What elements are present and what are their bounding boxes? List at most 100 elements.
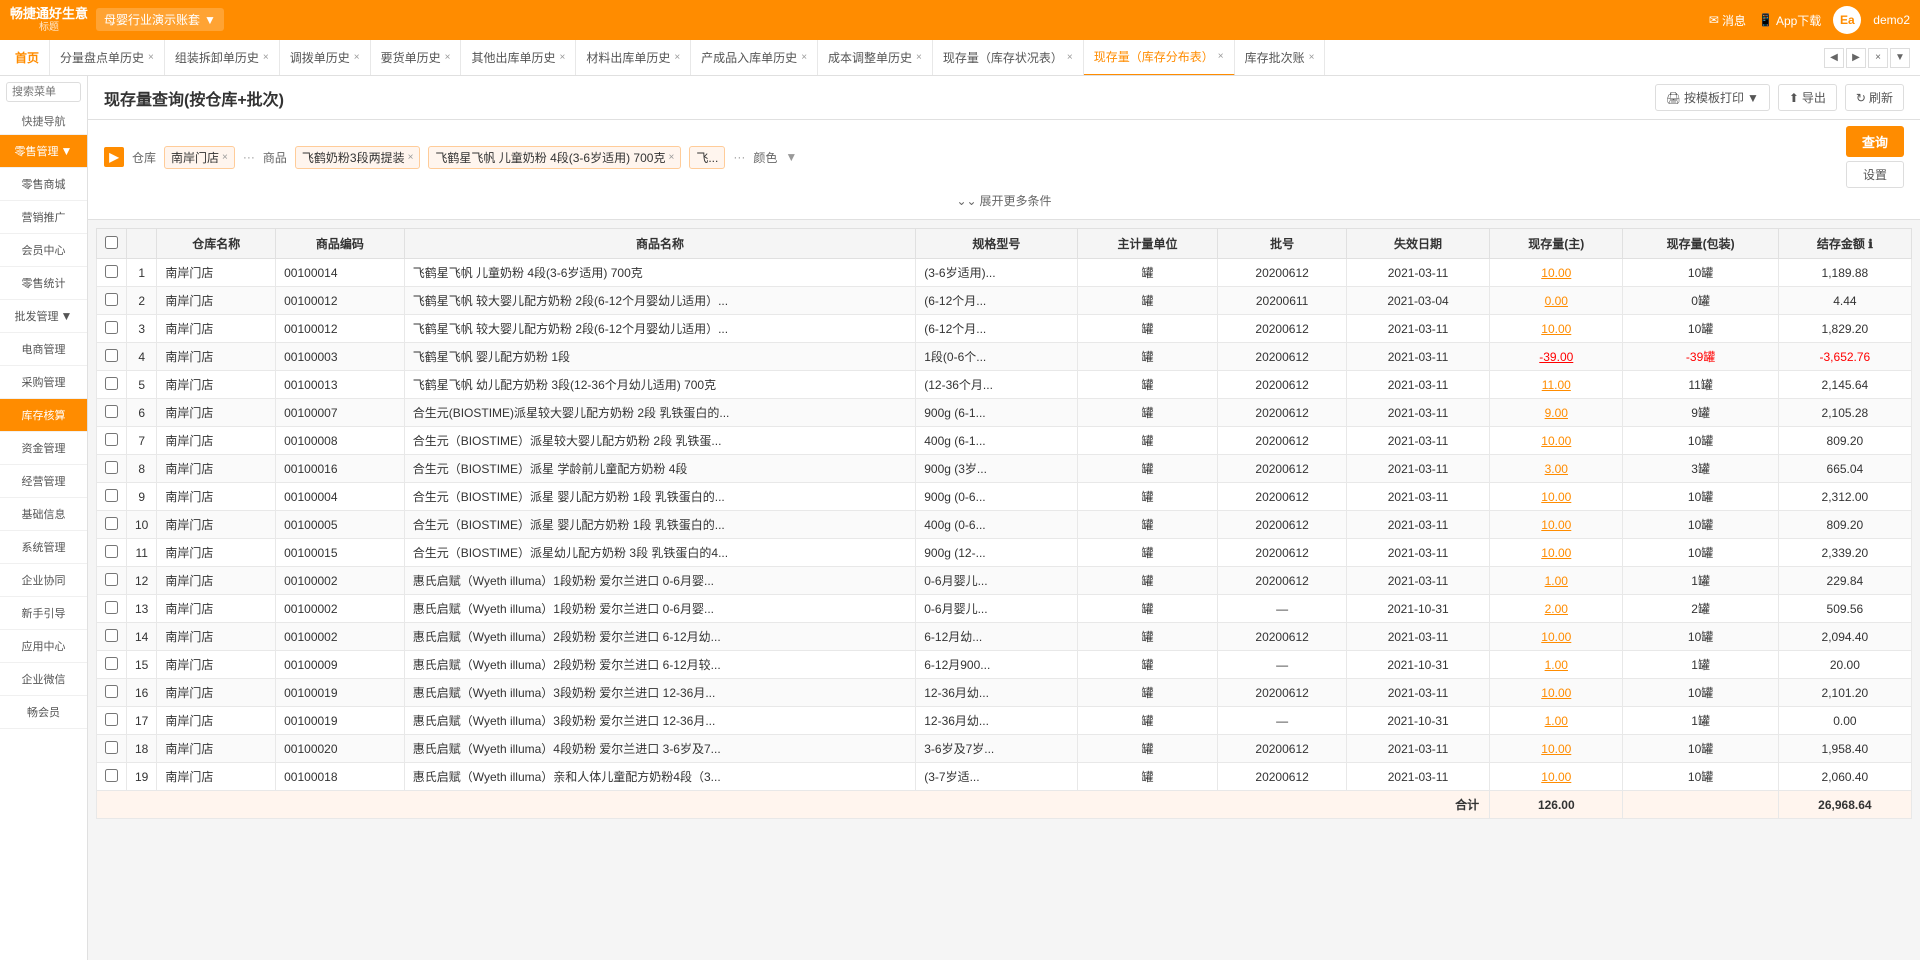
row-stock-main[interactable]: 10.00 xyxy=(1490,623,1623,651)
close-icon[interactable]: × xyxy=(445,52,451,63)
row-batch: 20200612 xyxy=(1218,259,1347,287)
product-tag-2-close[interactable]: × xyxy=(668,152,674,163)
row-stock-main[interactable]: 10.00 xyxy=(1490,259,1623,287)
row-checkbox xyxy=(97,511,127,539)
sidebar-item-free-member[interactable]: 畅会员 xyxy=(0,696,87,729)
row-stock-main[interactable]: 3.00 xyxy=(1490,455,1623,483)
sidebar-item-basic[interactable]: 基础信息 xyxy=(0,498,87,531)
row-stock-main[interactable]: 10.00 xyxy=(1490,763,1623,791)
nav-next-btn[interactable]: ▶ xyxy=(1846,48,1866,68)
nav-menu-btn[interactable]: ▼ xyxy=(1890,48,1910,68)
tab-home[interactable]: 首页 xyxy=(5,40,50,76)
sidebar-quick-nav[interactable]: 快捷导航 xyxy=(0,108,87,135)
tab-disassemble[interactable]: 组装拆卸单历史 × xyxy=(165,40,280,76)
row-stock-main[interactable]: 10.00 xyxy=(1490,315,1623,343)
color-dropdown[interactable]: ▼ xyxy=(785,150,797,164)
sidebar-item-retail-stats[interactable]: 零售统计 xyxy=(0,267,87,300)
sidebar-item-retail-mgmt[interactable]: 零售管理 ▼ xyxy=(0,135,87,168)
close-icon[interactable]: × xyxy=(916,52,922,63)
row-checkbox xyxy=(97,567,127,595)
row-stock-main[interactable]: 1.00 xyxy=(1490,707,1623,735)
product-tag-1-close[interactable]: × xyxy=(408,152,414,163)
sidebar-item-finance[interactable]: 资金管理 xyxy=(0,432,87,465)
tab-pick[interactable]: 调拨单历史 × xyxy=(280,40,371,76)
row-stock-main[interactable]: 1.00 xyxy=(1490,567,1623,595)
row-stock-main[interactable]: 1.00 xyxy=(1490,651,1623,679)
sidebar-item-inventory[interactable]: 库存核算 xyxy=(0,399,87,432)
row-warehouse: 南岸门店 xyxy=(157,735,276,763)
row-stock-main[interactable]: 10.00 xyxy=(1490,483,1623,511)
sidebar-item-wholesale[interactable]: 批发管理 ▼ xyxy=(0,300,87,333)
row-idx: 18 xyxy=(127,735,157,763)
row-stock-pkg: -39罐 xyxy=(1623,343,1778,371)
table-row: 5 南岸门店 00100013 飞鹤星飞帆 幼儿配方奶粉 3段(12-36个月幼… xyxy=(97,371,1912,399)
sidebar-item-retail-store[interactable]: 零售商城 xyxy=(0,168,87,201)
avatar[interactable]: Ea xyxy=(1833,6,1861,34)
tab-cost-adjust[interactable]: 成本调整单历史 × xyxy=(818,40,933,76)
tab-other-out[interactable]: 其他出库单历史 × xyxy=(461,40,576,76)
close-icon[interactable]: × xyxy=(1218,51,1224,62)
th-unit: 主计量单位 xyxy=(1077,229,1218,259)
download-btn[interactable]: 📱 App下载 xyxy=(1758,12,1821,29)
sidebar-item-wechat[interactable]: 企业微信 xyxy=(0,663,87,696)
select-all-checkbox[interactable] xyxy=(105,236,118,249)
query-btn[interactable]: 查询 xyxy=(1846,126,1904,157)
row-stock-main[interactable]: 11.00 xyxy=(1490,371,1623,399)
row-spec: 0-6月婴儿... xyxy=(916,595,1077,623)
refresh-btn[interactable]: ↻ 刷新 xyxy=(1845,84,1904,111)
tab-stock-distribution[interactable]: 现存量（库存分布表） × xyxy=(1084,40,1235,76)
filter-toggle-btn[interactable]: ▶ xyxy=(104,147,124,167)
sidebar-item-business[interactable]: 经营管理 xyxy=(0,465,87,498)
warehouse-more[interactable]: ··· xyxy=(243,150,255,164)
sidebar-item-marketing[interactable]: 营销推广 xyxy=(0,201,87,234)
close-icon[interactable]: × xyxy=(1067,52,1073,63)
close-icon[interactable]: × xyxy=(559,52,565,63)
sidebar-item-enterprise[interactable]: 企业协同 xyxy=(0,564,87,597)
row-stock-main[interactable]: 0.00 xyxy=(1490,287,1623,315)
warehouse-tag-close[interactable]: × xyxy=(222,152,228,163)
table-row: 4 南岸门店 00100003 飞鹤星飞帆 婴儿配方奶粉 1段 1段(0-6个.… xyxy=(97,343,1912,371)
search-input[interactable] xyxy=(6,82,81,102)
row-amount: 2,101.20 xyxy=(1778,679,1911,707)
tab-material-out[interactable]: 材料出库单历史 × xyxy=(576,40,691,76)
sidebar-item-ecommerce[interactable]: 电商管理 xyxy=(0,333,87,366)
sidebar-item-newguide[interactable]: 新手引导 xyxy=(0,597,87,630)
row-stock-main[interactable]: 10.00 xyxy=(1490,511,1623,539)
row-stock-main[interactable]: 10.00 xyxy=(1490,735,1623,763)
tab-requisition[interactable]: 要货单历史 × xyxy=(371,40,462,76)
th-name: 商品名称 xyxy=(404,229,916,259)
row-name: 惠氏启赋（Wyeth illuma）3段奶粉 爱尔兰进口 12-36月... xyxy=(404,679,916,707)
row-idx: 9 xyxy=(127,483,157,511)
tab-batch-voucher[interactable]: 库存批次账 × xyxy=(1235,40,1326,76)
sidebar-item-system[interactable]: 系统管理 xyxy=(0,531,87,564)
row-stock-main[interactable]: 10.00 xyxy=(1490,427,1623,455)
print-btn[interactable]: 🖨 按模板打印 ▼ xyxy=(1655,84,1770,111)
nav-close-btn[interactable]: × xyxy=(1868,48,1888,68)
message-btn[interactable]: ✉ 消息 xyxy=(1709,12,1746,29)
row-stock-main[interactable]: 10.00 xyxy=(1490,539,1623,567)
tab-split-inventory[interactable]: 分量盘点单历史 × xyxy=(50,40,165,76)
close-icon[interactable]: × xyxy=(1309,52,1315,63)
settings-btn[interactable]: 设置 xyxy=(1846,161,1904,188)
close-icon[interactable]: × xyxy=(801,52,807,63)
tab-stock-status[interactable]: 现存量（库存状况表） × xyxy=(933,40,1084,76)
close-icon[interactable]: × xyxy=(148,52,154,63)
nav-prev-btn[interactable]: ◀ xyxy=(1824,48,1844,68)
row-stock-main[interactable]: 10.00 xyxy=(1490,679,1623,707)
row-stock-main[interactable]: 9.00 xyxy=(1490,399,1623,427)
row-stock-main[interactable]: -39.00 xyxy=(1490,343,1623,371)
product-more[interactable]: ··· xyxy=(733,150,745,164)
expand-more-btn[interactable]: ⌄⌄ 展开更多条件 xyxy=(956,192,1051,209)
close-icon[interactable]: × xyxy=(674,52,680,63)
row-stock-main[interactable]: 2.00 xyxy=(1490,595,1623,623)
tab-product-in[interactable]: 产成品入库单历史 × xyxy=(691,40,818,76)
th-code: 商品编码 xyxy=(276,229,405,259)
row-expire: 2021-03-04 xyxy=(1346,287,1489,315)
industry-select[interactable]: 母婴行业演示账套 ▼ xyxy=(96,8,224,31)
sidebar-item-member[interactable]: 会员中心 xyxy=(0,234,87,267)
export-btn[interactable]: ⬆ 导出 xyxy=(1778,84,1837,111)
close-icon[interactable]: × xyxy=(263,52,269,63)
sidebar-item-purchase[interactable]: 采购管理 xyxy=(0,366,87,399)
close-icon[interactable]: × xyxy=(354,52,360,63)
sidebar-item-appcenter[interactable]: 应用中心 xyxy=(0,630,87,663)
